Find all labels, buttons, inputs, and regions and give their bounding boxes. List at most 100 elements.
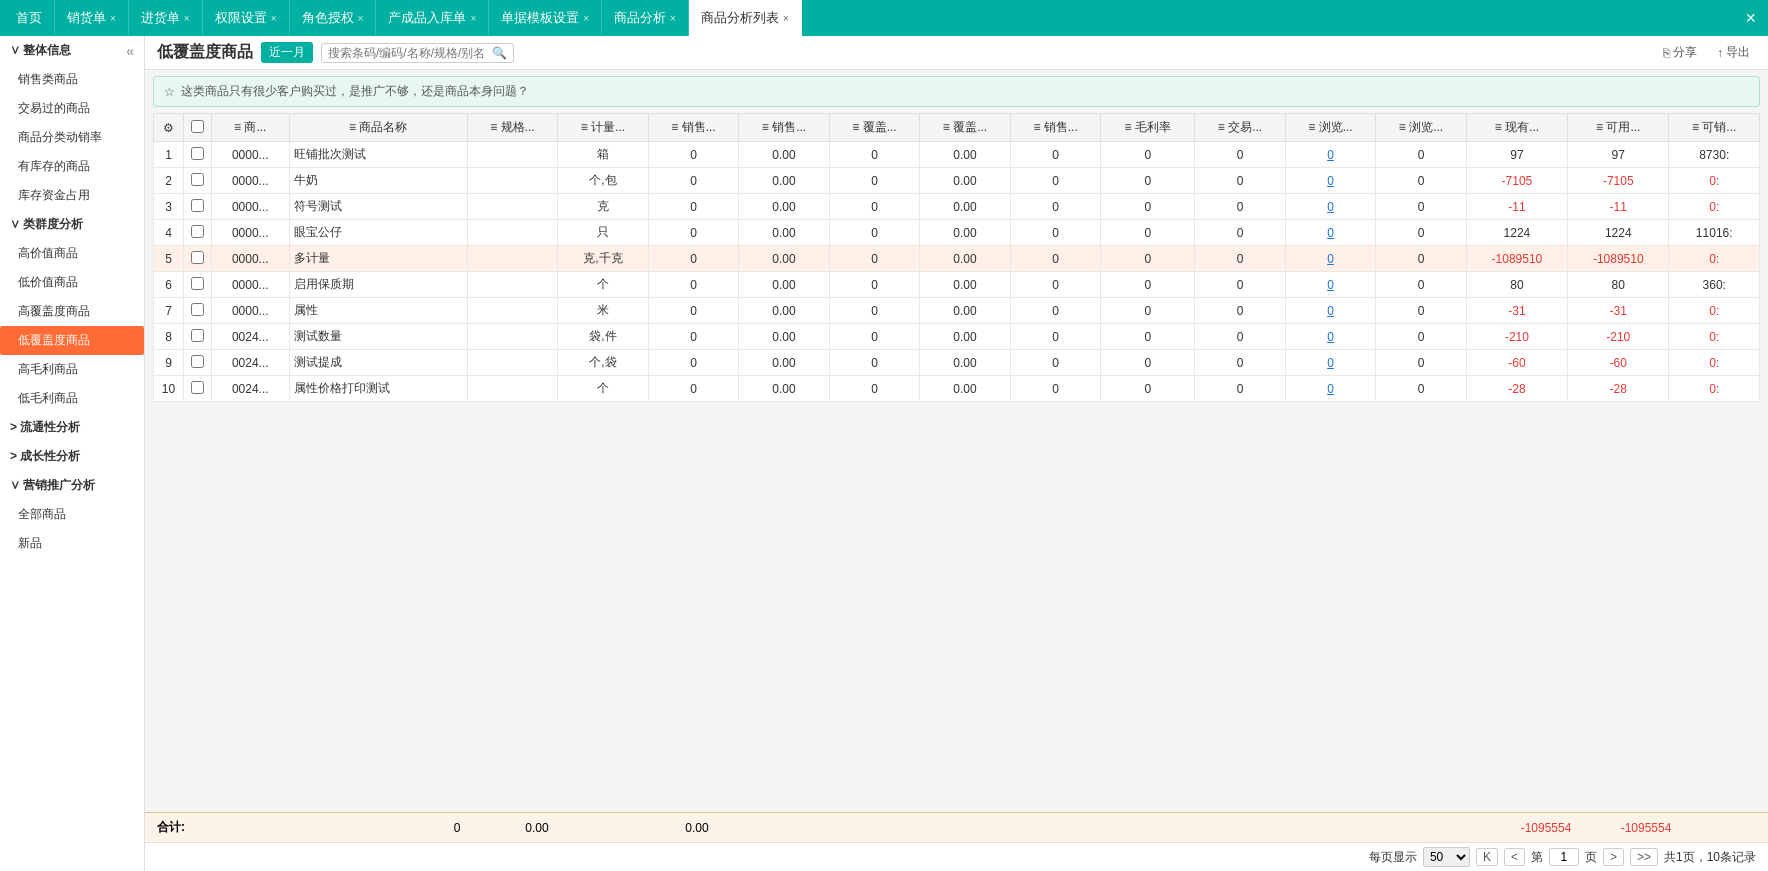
row-checkbox[interactable]	[191, 173, 204, 186]
row-checkbox[interactable]	[191, 277, 204, 290]
tab-permission[interactable]: 权限设置 ×	[203, 0, 290, 36]
sidebar-section-circulation[interactable]: > 流通性分析	[0, 413, 144, 442]
sidebar-section-marketing[interactable]: ∨ 营销推广分析	[0, 471, 144, 500]
prev-page-button[interactable]: <	[1504, 848, 1525, 866]
col-browse2[interactable]: ≡ 浏览...	[1376, 114, 1467, 142]
col-sales3[interactable]: ≡ 销售...	[1010, 114, 1101, 142]
col-cover2[interactable]: ≡ 覆盖...	[920, 114, 1011, 142]
sidebar-item-high-value[interactable]: 高价值商品	[0, 239, 144, 268]
col-available-stock[interactable]: ≡ 可用...	[1568, 114, 1669, 142]
col-trade[interactable]: ≡ 交易...	[1195, 114, 1286, 142]
select-all-checkbox[interactable]	[191, 120, 204, 133]
sidebar-item-traded-goods[interactable]: 交易过的商品	[0, 94, 144, 123]
browse1-link[interactable]: 0	[1327, 200, 1334, 214]
cell-browse1[interactable]: 0	[1285, 246, 1376, 272]
sidebar-item-capital[interactable]: 库存资金占用	[0, 181, 144, 210]
col-sales-amt[interactable]: ≡ 销售...	[739, 114, 830, 142]
browse1-link[interactable]: 0	[1327, 304, 1334, 318]
search-input[interactable]	[328, 46, 488, 60]
cell-checkbox[interactable]	[184, 298, 212, 324]
cell-checkbox[interactable]	[184, 376, 212, 402]
window-close-button[interactable]: ×	[1737, 8, 1764, 29]
cell-checkbox[interactable]	[184, 350, 212, 376]
row-checkbox[interactable]	[191, 355, 204, 368]
tab-home[interactable]: 首页	[4, 0, 55, 36]
sidebar-item-low-margin[interactable]: 低毛利商品	[0, 384, 144, 413]
col-cover1[interactable]: ≡ 覆盖...	[829, 114, 920, 142]
row-checkbox[interactable]	[191, 381, 204, 394]
settings-icon[interactable]: ⚙	[163, 121, 174, 135]
row-checkbox[interactable]	[191, 303, 204, 316]
col-name[interactable]: ≡ 商品名称	[289, 114, 467, 142]
sidebar-item-high-margin[interactable]: 高毛利商品	[0, 355, 144, 384]
next-page-button[interactable]: >	[1603, 848, 1624, 866]
browse1-link[interactable]: 0	[1327, 174, 1334, 188]
tab-purchase[interactable]: 进货单 ×	[129, 0, 203, 36]
cell-browse1[interactable]: 0	[1285, 168, 1376, 194]
sidebar-item-low-coverage[interactable]: 低覆盖度商品	[0, 326, 144, 355]
col-browse1[interactable]: ≡ 浏览...	[1285, 114, 1376, 142]
cell-checkbox[interactable]	[184, 194, 212, 220]
tab-permission-close[interactable]: ×	[271, 13, 277, 24]
col-settings[interactable]: ⚙	[154, 114, 184, 142]
tab-finished-goods[interactable]: 产成品入库单 ×	[376, 0, 489, 36]
sidebar-item-high-coverage[interactable]: 高覆盖度商品	[0, 297, 144, 326]
tab-role-close[interactable]: ×	[358, 13, 364, 24]
col-code[interactable]: ≡ 商...	[212, 114, 290, 142]
tab-sales-close[interactable]: ×	[110, 13, 116, 24]
col-checkbox[interactable]	[184, 114, 212, 142]
browse1-link[interactable]: 0	[1327, 356, 1334, 370]
cell-browse1[interactable]: 0	[1285, 194, 1376, 220]
cell-checkbox[interactable]	[184, 324, 212, 350]
tab-purchase-close[interactable]: ×	[184, 13, 190, 24]
row-checkbox[interactable]	[191, 251, 204, 264]
cell-browse1[interactable]: 0	[1285, 324, 1376, 350]
first-page-button[interactable]: K	[1476, 848, 1498, 866]
col-gross-margin[interactable]: ≡ 毛利率	[1101, 114, 1195, 142]
col-current-stock[interactable]: ≡ 现有...	[1466, 114, 1567, 142]
cell-checkbox[interactable]	[184, 168, 212, 194]
sidebar-item-all-goods[interactable]: 全部商品	[0, 500, 144, 529]
cell-browse1[interactable]: 0	[1285, 142, 1376, 168]
tab-template[interactable]: 单据模板设置 ×	[489, 0, 602, 36]
sidebar-section-growth[interactable]: > 成长性分析	[0, 442, 144, 471]
sidebar-section-general[interactable]: ∨ 整体信息 «	[0, 36, 144, 65]
cell-checkbox[interactable]	[184, 220, 212, 246]
export-button[interactable]: ↑ 导出	[1711, 42, 1756, 63]
tab-sales[interactable]: 销货单 ×	[55, 0, 129, 36]
cell-browse1[interactable]: 0	[1285, 272, 1376, 298]
cell-browse1[interactable]: 0	[1285, 350, 1376, 376]
sidebar-item-new-goods[interactable]: 新品	[0, 529, 144, 558]
browse1-link[interactable]: 0	[1327, 330, 1334, 344]
sidebar-item-sales-goods[interactable]: 销售类商品	[0, 65, 144, 94]
col-unit[interactable]: ≡ 计量...	[558, 114, 649, 142]
tab-template-close[interactable]: ×	[583, 13, 589, 24]
cell-checkbox[interactable]	[184, 142, 212, 168]
cell-checkbox[interactable]	[184, 246, 212, 272]
sidebar-section-cluster[interactable]: ∨ 类群度分析	[0, 210, 144, 239]
sidebar-item-stocked-goods[interactable]: 有库存的商品	[0, 152, 144, 181]
browse1-link[interactable]: 0	[1327, 278, 1334, 292]
tab-product-analysis-list-close[interactable]: ×	[783, 13, 789, 24]
browse1-link[interactable]: 0	[1327, 226, 1334, 240]
tab-product-analysis-close[interactable]: ×	[670, 13, 676, 24]
share-button[interactable]: ⎘ 分享	[1657, 42, 1703, 63]
row-checkbox[interactable]	[191, 147, 204, 160]
current-page-input[interactable]	[1549, 848, 1579, 866]
last-page-button[interactable]: >>	[1630, 848, 1658, 866]
browse1-link[interactable]: 0	[1327, 148, 1334, 162]
search-icon[interactable]: 🔍	[492, 46, 507, 60]
per-page-select[interactable]: 50 10 20 100	[1423, 847, 1470, 867]
sidebar-item-low-value[interactable]: 低价值商品	[0, 268, 144, 297]
cell-browse1[interactable]: 0	[1285, 220, 1376, 246]
tab-product-analysis[interactable]: 商品分析 ×	[602, 0, 689, 36]
col-saleable[interactable]: ≡ 可销...	[1669, 114, 1760, 142]
cell-checkbox[interactable]	[184, 272, 212, 298]
cell-browse1[interactable]: 0	[1285, 376, 1376, 402]
sidebar-item-category-rate[interactable]: 商品分类动销率	[0, 123, 144, 152]
row-checkbox[interactable]	[191, 225, 204, 238]
tab-finished-goods-close[interactable]: ×	[470, 13, 476, 24]
row-checkbox[interactable]	[191, 199, 204, 212]
row-checkbox[interactable]	[191, 329, 204, 342]
period-button[interactable]: 近一月	[261, 42, 313, 63]
